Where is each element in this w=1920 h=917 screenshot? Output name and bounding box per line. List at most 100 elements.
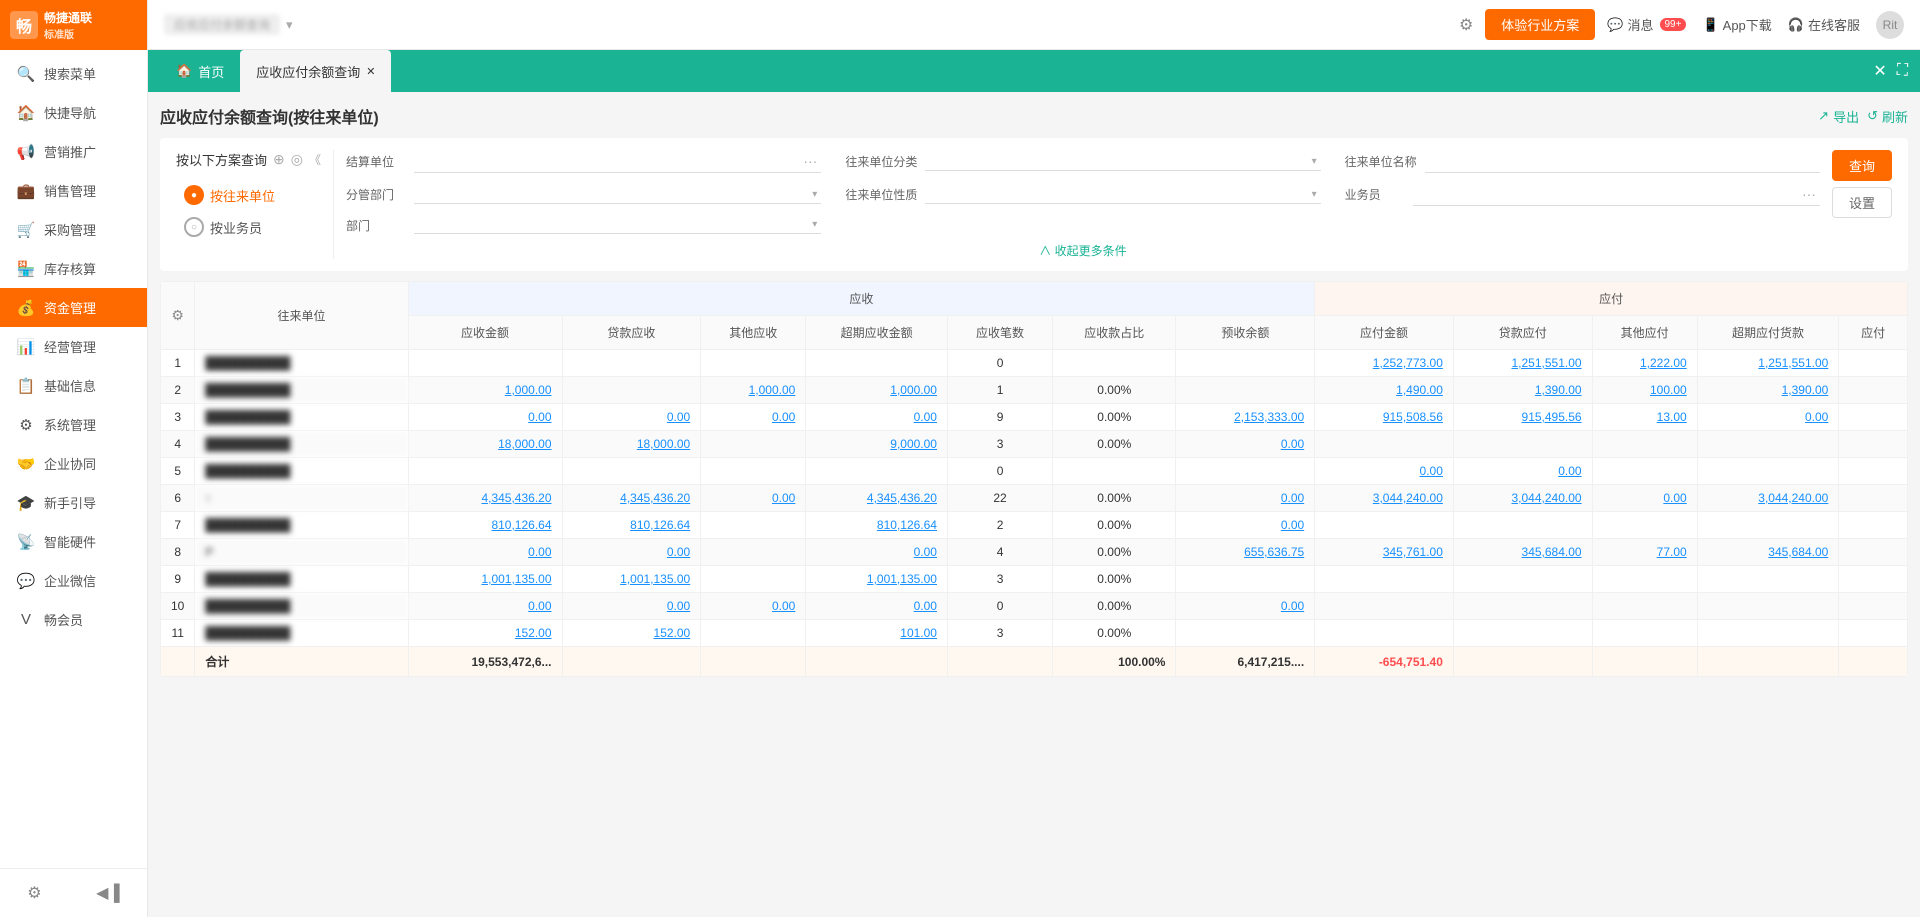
link-overdue_ar[interactable]: 1,001,135.00	[867, 572, 937, 586]
cell-overdue_ar[interactable]: 810,126.64	[806, 512, 948, 539]
link-advance_balance[interactable]: 0.00	[1281, 491, 1304, 505]
link-other_payable[interactable]: 13.00	[1657, 410, 1687, 424]
sidebar-item-search-menu[interactable]: 🔍 搜索菜单	[0, 54, 147, 93]
cell-loan_receivable[interactable]: 0.00	[562, 404, 701, 431]
link-overdue_ar[interactable]: 810,126.64	[877, 518, 937, 532]
branch-dept-arrow[interactable]: ▾	[812, 189, 817, 200]
cell-other_receivable[interactable]: 0.00	[701, 404, 806, 431]
cell-ap_amount[interactable]: 0.00	[1315, 458, 1454, 485]
tab-close-window-icon[interactable]: ✕	[1873, 61, 1886, 81]
collapse-more-btn[interactable]: ∧ 收起更多条件	[346, 242, 1820, 259]
link-overdue_ap[interactable]: 0.00	[1805, 410, 1828, 424]
cell-ap_amount[interactable]: 1,252,773.00	[1315, 350, 1454, 377]
cell-advance_balance[interactable]: 0.00	[1176, 431, 1315, 458]
cell-ar_amount[interactable]: 0.00	[408, 593, 562, 620]
header-gear-icon[interactable]: ⚙	[1459, 15, 1473, 35]
link-ar_amount[interactable]: 810,126.64	[491, 518, 551, 532]
cell-overdue_ap[interactable]: 345,684.00	[1697, 539, 1839, 566]
cell-loan_payable[interactable]: 3,044,240.00	[1453, 485, 1592, 512]
sidebar-item-system[interactable]: ⚙ 系统管理	[0, 405, 147, 444]
link-overdue_ap[interactable]: 345,684.00	[1768, 545, 1828, 559]
link-ar_amount[interactable]: 1,001,135.00	[481, 572, 551, 586]
solution-button[interactable]: 体验行业方案	[1485, 9, 1595, 40]
partner-nature-arrow[interactable]: ▾	[1312, 189, 1317, 200]
department-arrow[interactable]: ▾	[812, 219, 817, 230]
link-other_receivable[interactable]: 1,000.00	[749, 383, 796, 397]
cell-other_receivable[interactable]: 1,000.00	[701, 377, 806, 404]
query-type-by-employee[interactable]: ○ 按业务员	[176, 211, 321, 243]
cell-ar_amount[interactable]: 4,345,436.20	[408, 485, 562, 512]
cell-overdue_ar[interactable]: 1,001,135.00	[806, 566, 948, 593]
tab-close-icon[interactable]: ✕	[366, 65, 375, 78]
link-other_payable[interactable]: 100.00	[1650, 383, 1687, 397]
cell-other_payable[interactable]: 77.00	[1592, 539, 1697, 566]
link-ap_amount[interactable]: 1,490.00	[1396, 383, 1443, 397]
cell-overdue_ap[interactable]: 3,044,240.00	[1697, 485, 1839, 512]
sidebar-item-basic-info[interactable]: 📋 基础信息	[0, 366, 147, 405]
link-loan_receivable[interactable]: 152.00	[654, 626, 691, 640]
user-area[interactable]: Rit	[1876, 11, 1904, 39]
cell-ar_amount[interactable]: 18,000.00	[408, 431, 562, 458]
link-ap_amount[interactable]: 1,252,773.00	[1373, 356, 1443, 370]
sidebar-item-inventory[interactable]: 🏪 库存核算	[0, 249, 147, 288]
cell-loan_payable[interactable]: 915,495.56	[1453, 404, 1592, 431]
link-loan_payable[interactable]: 345,684.00	[1522, 545, 1582, 559]
sidebar-settings-icon[interactable]: ⚙	[15, 877, 53, 909]
cell-other_payable[interactable]: 0.00	[1592, 485, 1697, 512]
cell-advance_balance[interactable]: 0.00	[1176, 512, 1315, 539]
link-ar_amount[interactable]: 152.00	[515, 626, 552, 640]
settings-button[interactable]: 设置	[1832, 187, 1892, 218]
table-settings-icon[interactable]: ⚙	[171, 307, 184, 323]
cell-ap_amount[interactable]: 1,490.00	[1315, 377, 1454, 404]
link-ar_amount[interactable]: 18,000.00	[498, 437, 551, 451]
link-advance_balance[interactable]: 0.00	[1281, 599, 1304, 613]
link-loan_receivable[interactable]: 18,000.00	[637, 437, 690, 451]
link-overdue_ar[interactable]: 101.00	[900, 626, 937, 640]
link-ar_amount[interactable]: 0.00	[528, 545, 551, 559]
link-other_payable[interactable]: 0.00	[1663, 491, 1686, 505]
sidebar-item-purchase[interactable]: 🛒 采购管理	[0, 210, 147, 249]
cell-loan_payable[interactable]: 1,251,551.00	[1453, 350, 1592, 377]
link-overdue_ap[interactable]: 1,390.00	[1782, 383, 1829, 397]
cell-overdue_ap[interactable]: 1,390.00	[1697, 377, 1839, 404]
cell-overdue_ar[interactable]: 1,000.00	[806, 377, 948, 404]
cell-loan_receivable[interactable]: 0.00	[562, 593, 701, 620]
cell-advance_balance[interactable]: 2,153,333.00	[1176, 404, 1315, 431]
query-button[interactable]: 查询	[1832, 150, 1892, 181]
query-type-by-partner[interactable]: ● 按往来单位	[176, 179, 321, 211]
link-ap_amount[interactable]: 3,044,240.00	[1373, 491, 1443, 505]
cell-ar_amount[interactable]: 810,126.64	[408, 512, 562, 539]
link-other_payable[interactable]: 77.00	[1657, 545, 1687, 559]
link-loan_payable[interactable]: 915,495.56	[1522, 410, 1582, 424]
cell-loan_payable[interactable]: 345,684.00	[1453, 539, 1592, 566]
sidebar-item-operations[interactable]: 📊 经营管理	[0, 327, 147, 366]
cell-loan_receivable[interactable]: 18,000.00	[562, 431, 701, 458]
cell-advance_balance[interactable]: 655,636.75	[1176, 539, 1315, 566]
link-loan_receivable[interactable]: 0.00	[667, 410, 690, 424]
tab-home[interactable]: 🏠 首页	[160, 50, 240, 92]
link-loan_payable[interactable]: 1,390.00	[1535, 383, 1582, 397]
sidebar-item-wechat[interactable]: 💬 企业微信	[0, 561, 147, 600]
cell-loan_receivable[interactable]: 0.00	[562, 539, 701, 566]
cell-ar_amount[interactable]: 152.00	[408, 620, 562, 647]
collapse-icon[interactable]: 《	[309, 151, 321, 168]
settlement-unit-dots[interactable]: ···	[803, 153, 817, 169]
link-loan_receivable[interactable]: 4,345,436.20	[620, 491, 690, 505]
link-loan_receivable[interactable]: 0.00	[667, 599, 690, 613]
link-other_receivable[interactable]: 0.00	[772, 491, 795, 505]
sidebar-item-fund[interactable]: 💰 资金管理	[0, 288, 147, 327]
cell-overdue_ar[interactable]: 0.00	[806, 539, 948, 566]
export-btn[interactable]: ↗ 导出	[1818, 107, 1859, 126]
cell-overdue_ar[interactable]: 0.00	[806, 404, 948, 431]
cell-ar_amount[interactable]: 1,000.00	[408, 377, 562, 404]
link-overdue_ap[interactable]: 1,251,551.00	[1758, 356, 1828, 370]
tab-maximize-icon[interactable]: ⛶	[1897, 62, 1908, 80]
tab-ar-ap-query[interactable]: 应收应付余额查询 ✕	[240, 50, 391, 92]
cell-overdue_ar[interactable]: 4,345,436.20	[806, 485, 948, 512]
cell-ap_amount[interactable]: 345,761.00	[1315, 539, 1454, 566]
cell-overdue_ap[interactable]: 1,251,551.00	[1697, 350, 1839, 377]
link-other_receivable[interactable]: 0.00	[772, 599, 795, 613]
cell-loan_receivable[interactable]: 1,001,135.00	[562, 566, 701, 593]
cell-loan_payable[interactable]: 0.00	[1453, 458, 1592, 485]
cell-loan_receivable[interactable]: 810,126.64	[562, 512, 701, 539]
